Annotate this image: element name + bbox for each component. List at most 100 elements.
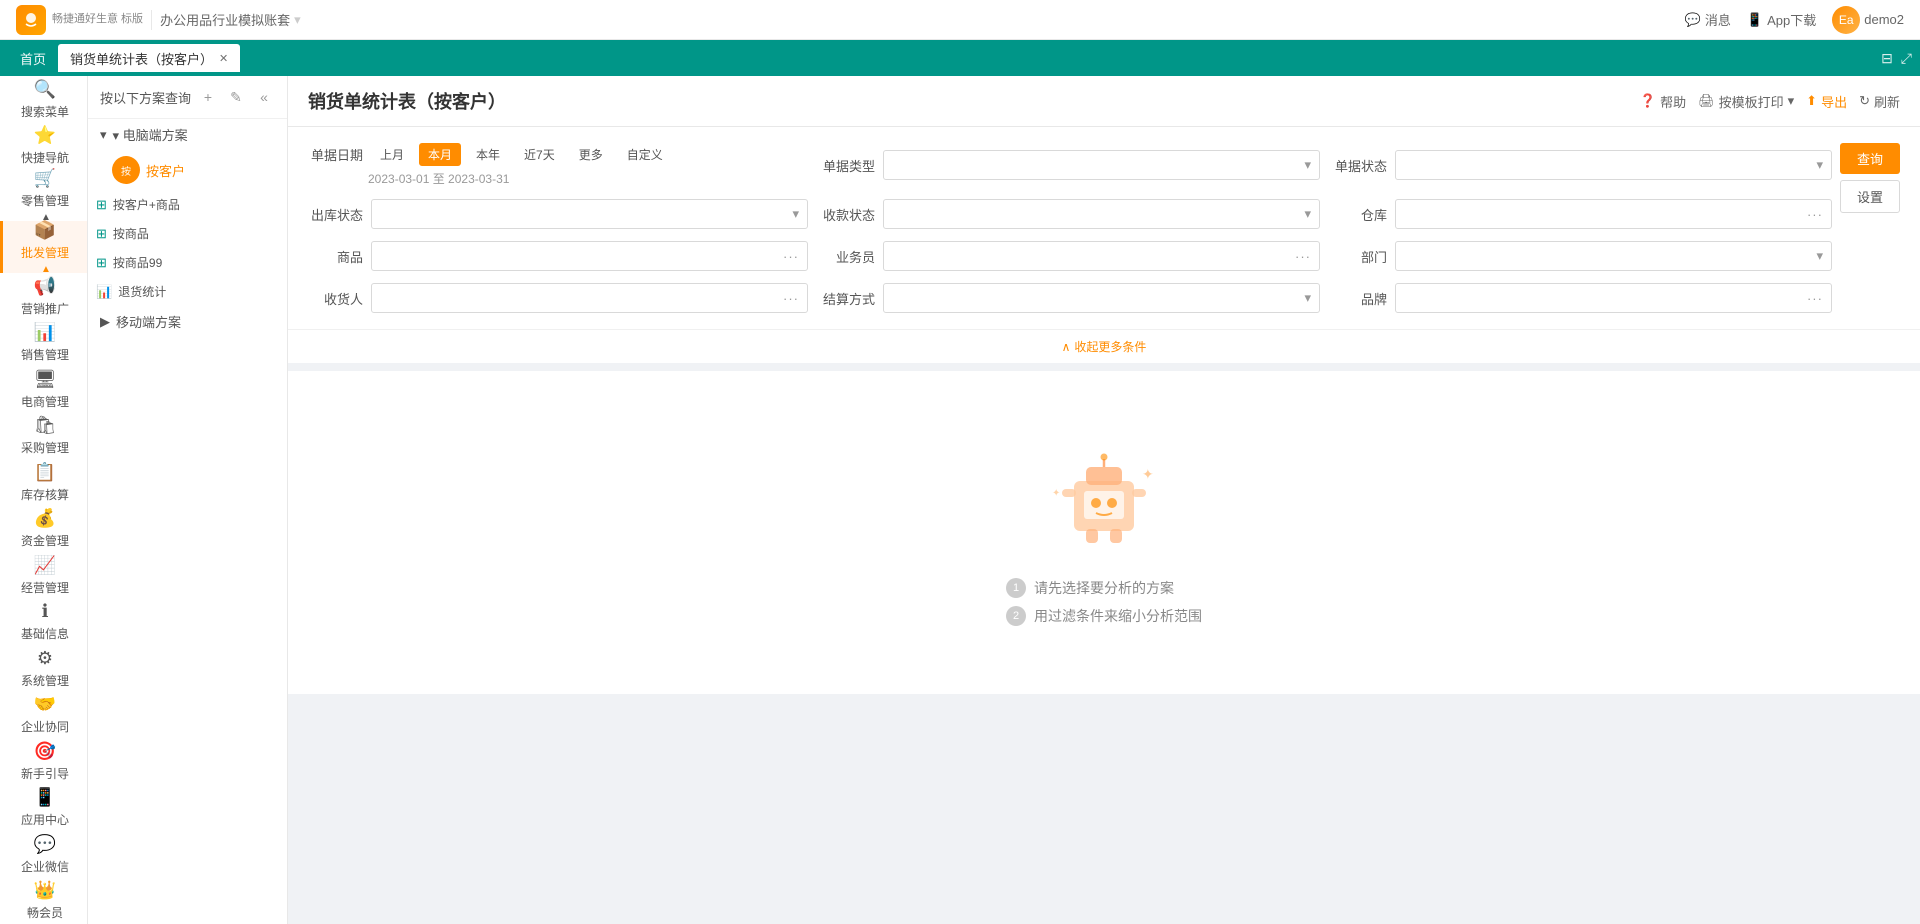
sidebar-label-wholesale: 批发管理 xyxy=(21,244,69,261)
user-area[interactable]: Ea demo2 xyxy=(1832,6,1904,34)
help-btn[interactable]: ❓ 帮助 xyxy=(1640,92,1686,111)
order-status-label: 单据状态 xyxy=(1332,156,1387,175)
tab-home[interactable]: 首页 xyxy=(8,44,58,72)
staff-select[interactable]: ··· xyxy=(883,241,1320,271)
warehouse-select[interactable]: ··· xyxy=(1395,199,1832,229)
out-status-chevron: ▾ xyxy=(792,206,799,222)
sidebar-item-operations[interactable]: 📈 经营管理 xyxy=(0,552,87,599)
sidebar-label-search: 搜索菜单 xyxy=(21,103,69,120)
finance-icon: 💰 xyxy=(34,508,56,529)
sidebar-item-system[interactable]: ⚙ 系统管理 xyxy=(0,645,87,692)
settings-button[interactable]: 设置 xyxy=(1840,180,1900,213)
stock-icon: 📋 xyxy=(34,462,56,483)
date-btn-last-month[interactable]: 上月 xyxy=(371,143,413,166)
mobile-section-header[interactable]: ▶ 移动端方案 xyxy=(88,306,287,337)
sidebar-item-ecommerce[interactable]: 🖥 电商管理 xyxy=(0,366,87,413)
template-print-btn[interactable]: 🖨 按模板打印 ▾ xyxy=(1698,92,1794,111)
sidebar-item-appcenter[interactable]: 📱 应用中心 xyxy=(0,785,87,832)
filter-settlement-cell: 结算方式 ▾ xyxy=(820,283,1320,313)
operations-icon: 📈 xyxy=(34,555,56,576)
scheme-by-goods99[interactable]: ⊞ 按商品99 xyxy=(88,248,287,277)
message-btn[interactable]: 💬 消息 xyxy=(1685,10,1731,29)
date-range-display: 2023-03-01 至 2023-03-31 xyxy=(368,170,509,187)
sidebar-item-quicknav[interactable]: ⭐ 快捷导航 xyxy=(0,123,87,170)
payment-status-chevron: ▾ xyxy=(1304,206,1311,222)
sidebar-item-basics[interactable]: ℹ 基础信息 xyxy=(0,599,87,646)
scheme-customer-goods[interactable]: ⊞ 按客户+商品 xyxy=(88,190,287,219)
date-btn-this-month[interactable]: 本月 xyxy=(419,143,461,166)
step-1-text: 请先选择要分析的方案 xyxy=(1034,578,1174,598)
scheme-by-customer[interactable]: 按 按客户 xyxy=(88,150,287,190)
settlement-label: 结算方式 xyxy=(820,289,875,308)
breadcrumb-arrow: ▾ xyxy=(294,12,301,28)
sidebar-label-system: 系统管理 xyxy=(21,672,69,689)
header-divider xyxy=(151,10,152,30)
app-download-btn[interactable]: 📱 App下载 xyxy=(1747,10,1816,29)
sidebar-item-newbie[interactable]: 🎯 新手引导 xyxy=(0,738,87,785)
tab-home-label: 首页 xyxy=(20,49,46,68)
warehouse-dots: ··· xyxy=(1807,207,1823,222)
sidebar-item-wechat[interactable]: 💬 企业微信 xyxy=(0,831,87,878)
filter-rows: 单据日期 上月 本月 本年 近7天 更多 自定义 2023 xyxy=(308,143,1832,325)
scheme-return-stats-label: 退货统计 xyxy=(118,283,166,300)
date-btn-more[interactable]: 更多 xyxy=(570,143,612,166)
tab-report[interactable]: 销货单统计表（按客户） ✕ xyxy=(58,44,240,72)
add-scheme-btn[interactable]: + xyxy=(197,86,219,108)
refresh-btn[interactable]: ↻ 刷新 xyxy=(1859,92,1900,111)
sidebar-item-wholesale[interactable]: 📦 批发管理 ▲ xyxy=(0,221,87,273)
empty-robot-svg: ✦ ✦ xyxy=(1034,431,1174,551)
quicknav-icon: ⭐ xyxy=(34,125,56,146)
svg-text:✦: ✦ xyxy=(1052,488,1060,499)
sidebar-label-operations: 经营管理 xyxy=(21,579,69,596)
scheme-return-stats[interactable]: 📊 退货统计 xyxy=(88,277,287,306)
brand-select[interactable]: ··· xyxy=(1395,283,1832,313)
sidebar-item-member[interactable]: 👑 畅会员 xyxy=(0,878,87,924)
edit-scheme-btn[interactable]: ✎ xyxy=(225,86,247,108)
sidebar-item-marketing[interactable]: 📢 营销推广 xyxy=(0,273,87,320)
scheme-by-goods[interactable]: ⊞ 按商品 xyxy=(88,219,287,248)
main-layout: 🔍 搜索菜单 ⭐ 快捷导航 🛒 零售管理 ▲ 📦 批发管理 ▲ 📢 营销推广 📊… xyxy=(0,76,1920,924)
collapse-bar[interactable]: ∧ 收起更多条件 xyxy=(288,329,1920,363)
action-buttons: 查询 设置 xyxy=(1840,143,1900,213)
payment-status-select[interactable]: ▾ xyxy=(883,199,1320,229)
export-btn[interactable]: ⬆ 导出 xyxy=(1806,92,1847,111)
sidebar-item-enterprise[interactable]: 🤝 企业协同 xyxy=(0,692,87,739)
order-type-select[interactable]: ▾ xyxy=(883,150,1320,180)
enterprise-icon: 🤝 xyxy=(34,694,56,715)
tab-close-icon[interactable]: ✕ xyxy=(219,52,228,65)
sidebar-item-purchase[interactable]: 🛍 采购管理 xyxy=(0,413,87,460)
sidebar-item-finance[interactable]: 💰 资金管理 xyxy=(0,506,87,553)
date-btn-custom[interactable]: 自定义 xyxy=(618,143,672,166)
warehouse-label: 仓库 xyxy=(1332,205,1387,224)
order-status-select[interactable]: ▾ xyxy=(1395,150,1832,180)
tab-minimize-icon[interactable]: ⊟ xyxy=(1881,50,1893,67)
date-btn-7days[interactable]: 近7天 xyxy=(515,143,564,166)
sidebar-label-sales: 销售管理 xyxy=(21,346,69,363)
scheme-customer-goods-label: 按客户+商品 xyxy=(113,196,180,213)
left-panel: 按以下方案查询 + ✎ « ▾ ▾ 电脑端方案 xyxy=(88,76,288,924)
avatar: Ea xyxy=(1832,6,1860,34)
goods-select[interactable]: ··· xyxy=(371,241,808,271)
settlement-select[interactable]: ▾ xyxy=(883,283,1320,313)
collapse-up-icon: ∧ xyxy=(1062,340,1071,354)
scheme-by-goods-label: 按商品 xyxy=(113,225,149,242)
desktop-section-header[interactable]: ▾ ▾ 电脑端方案 xyxy=(88,119,287,150)
sidebar-item-retail[interactable]: 🛒 零售管理 ▲ xyxy=(0,169,87,221)
tab-maximize-icon[interactable]: ⤢ xyxy=(1901,50,1912,67)
receiver-select[interactable]: ··· xyxy=(371,283,808,313)
filter-goods-cell: 商品 ··· xyxy=(308,241,808,271)
sidebar-item-search[interactable]: 🔍 搜索菜单 xyxy=(0,76,87,123)
collapse-icon: « xyxy=(260,89,268,105)
date-btn-this-year[interactable]: 本年 xyxy=(467,143,509,166)
query-button[interactable]: 查询 xyxy=(1840,143,1900,174)
department-select[interactable]: ▾ xyxy=(1395,241,1832,271)
sidebar-label-retail: 零售管理 xyxy=(21,192,69,209)
collapse-panel-btn[interactable]: « xyxy=(253,86,275,108)
collapse-label: 收起更多条件 xyxy=(1074,338,1146,355)
sidebar-item-sales[interactable]: 📊 销售管理 xyxy=(0,320,87,367)
out-status-select[interactable]: ▾ xyxy=(371,199,808,229)
sidebar-label-quicknav: 快捷导航 xyxy=(21,149,69,166)
sidebar-item-stock[interactable]: 📋 库存核算 xyxy=(0,459,87,506)
tab-bar-right: ⊟ ⤢ xyxy=(1881,50,1912,67)
date-label: 单据日期 xyxy=(308,145,363,164)
